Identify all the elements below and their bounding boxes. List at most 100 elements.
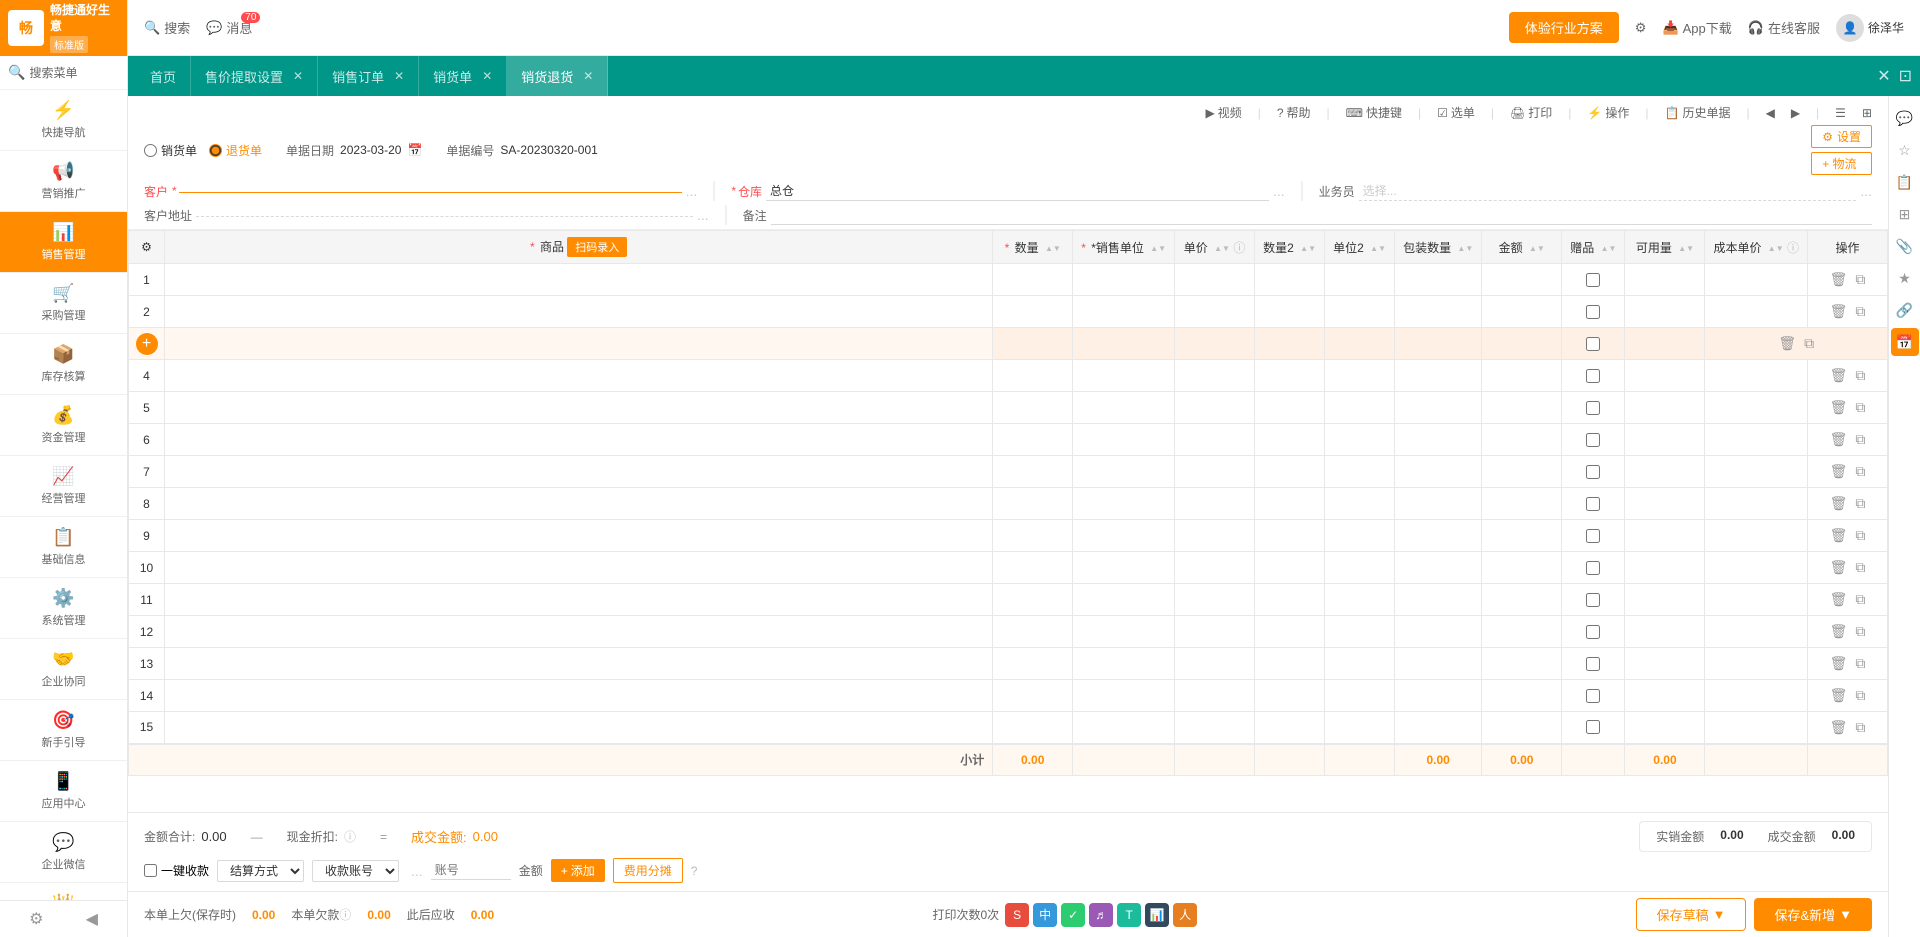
rp-btn-8[interactable]: 📅	[1891, 328, 1919, 356]
copy-icon[interactable]: ⧉	[1855, 495, 1865, 512]
available-cell-3[interactable]	[1625, 328, 1705, 360]
radio-delivery-input[interactable]	[144, 144, 157, 157]
copy-row-2[interactable]: ⧉	[1855, 303, 1865, 320]
delete-icon[interactable]: 🗑	[1830, 367, 1848, 384]
qty-cell-2[interactable]	[993, 296, 1073, 328]
unit-price-sort[interactable]: ▲▼	[1214, 244, 1230, 253]
quantity-sort[interactable]: ▲▼	[1045, 244, 1061, 253]
product-cell-1[interactable]	[165, 264, 993, 296]
available-cell-2[interactable]	[1625, 296, 1705, 328]
status-icon-7[interactable]: 人	[1173, 903, 1197, 927]
add-payment-btn[interactable]: + 添加	[551, 859, 605, 882]
toolbar-nav-prev[interactable]: ◀	[1766, 106, 1775, 120]
sidebar-item-basic-info[interactable]: 📋 基础信息	[0, 517, 127, 578]
tab-sale-delivery[interactable]: 销货单 ✕	[419, 56, 507, 96]
sidebar-item-quick-nav[interactable]: ⚡ 快捷导航	[0, 90, 127, 151]
sidebar-item-sales[interactable]: 📊 销售管理	[0, 212, 127, 273]
save-draft-button[interactable]: 保存草稿 ▼	[1636, 898, 1747, 931]
tab-sale-delivery-close[interactable]: ✕	[482, 69, 492, 83]
copy-icon[interactable]: ⧉	[1855, 719, 1865, 736]
delete-icon[interactable]: 🗑	[1830, 495, 1848, 512]
status-icon-2[interactable]: 中	[1033, 903, 1057, 927]
qty-cell-3[interactable]	[993, 328, 1073, 360]
sidebar-collapse-btn[interactable]: ◀	[86, 909, 98, 929]
one-click-checkbox[interactable]	[144, 864, 157, 877]
tab-home[interactable]: 首页	[136, 56, 191, 96]
sales-unit-cell-1[interactable]	[1073, 264, 1175, 296]
customer-input[interactable]	[179, 190, 682, 193]
radio-return[interactable]: 退货单	[209, 142, 262, 159]
app-download[interactable]: 📥 App下载	[1662, 18, 1731, 37]
salesperson-input[interactable]: 选择...	[1359, 181, 1857, 201]
settings-form-btn[interactable]: ⚙ 设置	[1811, 125, 1872, 148]
pack-qty-cell-3[interactable]	[1395, 328, 1482, 360]
price-cell-3[interactable]	[1175, 328, 1255, 360]
toolbar-view-list[interactable]: ☰	[1835, 106, 1846, 120]
copy-icon[interactable]: ⧉	[1855, 399, 1865, 416]
delete-icon[interactable]: 🗑	[1830, 591, 1848, 608]
sales-unit-cell-3[interactable]	[1073, 328, 1175, 360]
sales-unit-cell-2[interactable]	[1073, 296, 1175, 328]
delete-icon[interactable]: 🗑	[1830, 655, 1848, 672]
account-dots[interactable]: ...	[411, 863, 423, 879]
rp-btn-3[interactable]: 📋	[1891, 168, 1919, 196]
amount-cell-1[interactable]	[1482, 264, 1562, 296]
tab-sale-price[interactable]: 售价提取设置 ✕	[191, 56, 318, 96]
gift-cell-3[interactable]	[1562, 328, 1625, 360]
price-cell-1[interactable]	[1175, 264, 1255, 296]
unit2-cell-3[interactable]	[1325, 328, 1395, 360]
salesperson-dots[interactable]: ...	[1860, 183, 1872, 199]
gift-sort[interactable]: ▲▼	[1601, 244, 1617, 253]
amount-sort[interactable]: ▲▼	[1529, 244, 1545, 253]
trial-button[interactable]: 体验行业方案	[1509, 12, 1619, 43]
scan-enter-btn[interactable]: 扫码录入	[567, 237, 627, 257]
customer-addr-input[interactable]	[196, 214, 693, 217]
sidebar-item-app-center[interactable]: 📱 应用中心	[0, 761, 127, 822]
account-input[interactable]	[431, 861, 511, 880]
delete-icon[interactable]: 🗑	[1830, 623, 1848, 640]
qty2-cell-3[interactable]	[1255, 328, 1325, 360]
sidebar-item-operations[interactable]: 📈 经营管理	[0, 456, 127, 517]
topbar-message[interactable]: 💬 消息 70	[206, 18, 252, 37]
toolbar-select[interactable]: ☑ 选单	[1437, 104, 1475, 121]
cost-price-sort[interactable]: ▲▼	[1768, 244, 1784, 253]
cost-price-cell-2[interactable]	[1705, 296, 1808, 328]
status-icon-6[interactable]: 📊	[1145, 903, 1169, 927]
delete-icon[interactable]: 🗑	[1830, 719, 1848, 736]
radio-return-input[interactable]	[209, 144, 222, 157]
amount-cell-2[interactable]	[1482, 296, 1562, 328]
delete-icon[interactable]: 🗑	[1830, 431, 1848, 448]
unit2-sort[interactable]: ▲▼	[1370, 244, 1386, 253]
toolbar-help[interactable]: ? 帮助	[1277, 104, 1311, 121]
status-icon-1[interactable]: S	[1005, 903, 1029, 927]
warehouse-dots[interactable]: ...	[1273, 183, 1285, 199]
rp-btn-7[interactable]: 🔗	[1891, 296, 1919, 324]
copy-row-1[interactable]: ⧉	[1855, 271, 1865, 288]
toolbar-nav-next[interactable]: ▶	[1791, 106, 1800, 120]
status-icon-3[interactable]: ✓	[1061, 903, 1085, 927]
copy-icon[interactable]: ⧉	[1855, 623, 1865, 640]
gift-cell-2[interactable]	[1562, 296, 1625, 328]
rp-btn-1[interactable]: 💬	[1891, 104, 1919, 132]
tab-sale-order[interactable]: 销售订单 ✕	[318, 56, 419, 96]
online-service[interactable]: 🎧 在线客服	[1748, 18, 1820, 37]
delete-row-1[interactable]: 🗑	[1830, 271, 1848, 288]
copy-row-3[interactable]: ⧉	[1804, 335, 1814, 352]
delete-icon[interactable]: 🗑	[1830, 687, 1848, 704]
sidebar-item-inventory[interactable]: 📦 库存核算	[0, 334, 127, 395]
calendar-icon[interactable]: 📅	[407, 143, 422, 157]
close-all-tabs-icon[interactable]: ✕	[1877, 66, 1890, 86]
customer-addr-dots[interactable]: ...	[697, 207, 709, 223]
gift-check-1[interactable]	[1586, 273, 1600, 287]
unit2-cell-1[interactable]	[1325, 264, 1395, 296]
fee-help-icon[interactable]: ?	[691, 864, 698, 878]
delete-icon[interactable]: 🗑	[1830, 399, 1848, 416]
rp-btn-6[interactable]: ★	[1891, 264, 1919, 292]
copy-icon[interactable]: ⧉	[1855, 591, 1865, 608]
th-gear[interactable]: ⚙	[129, 231, 165, 264]
sidebar-item-purchase[interactable]: 🛒 采购管理	[0, 273, 127, 334]
tab-sale-order-close[interactable]: ✕	[394, 69, 404, 83]
qty2-cell-1[interactable]	[1255, 264, 1325, 296]
tab-sale-return[interactable]: 销货退货 ✕	[507, 56, 608, 96]
delete-row-3[interactable]: 🗑	[1778, 335, 1796, 352]
